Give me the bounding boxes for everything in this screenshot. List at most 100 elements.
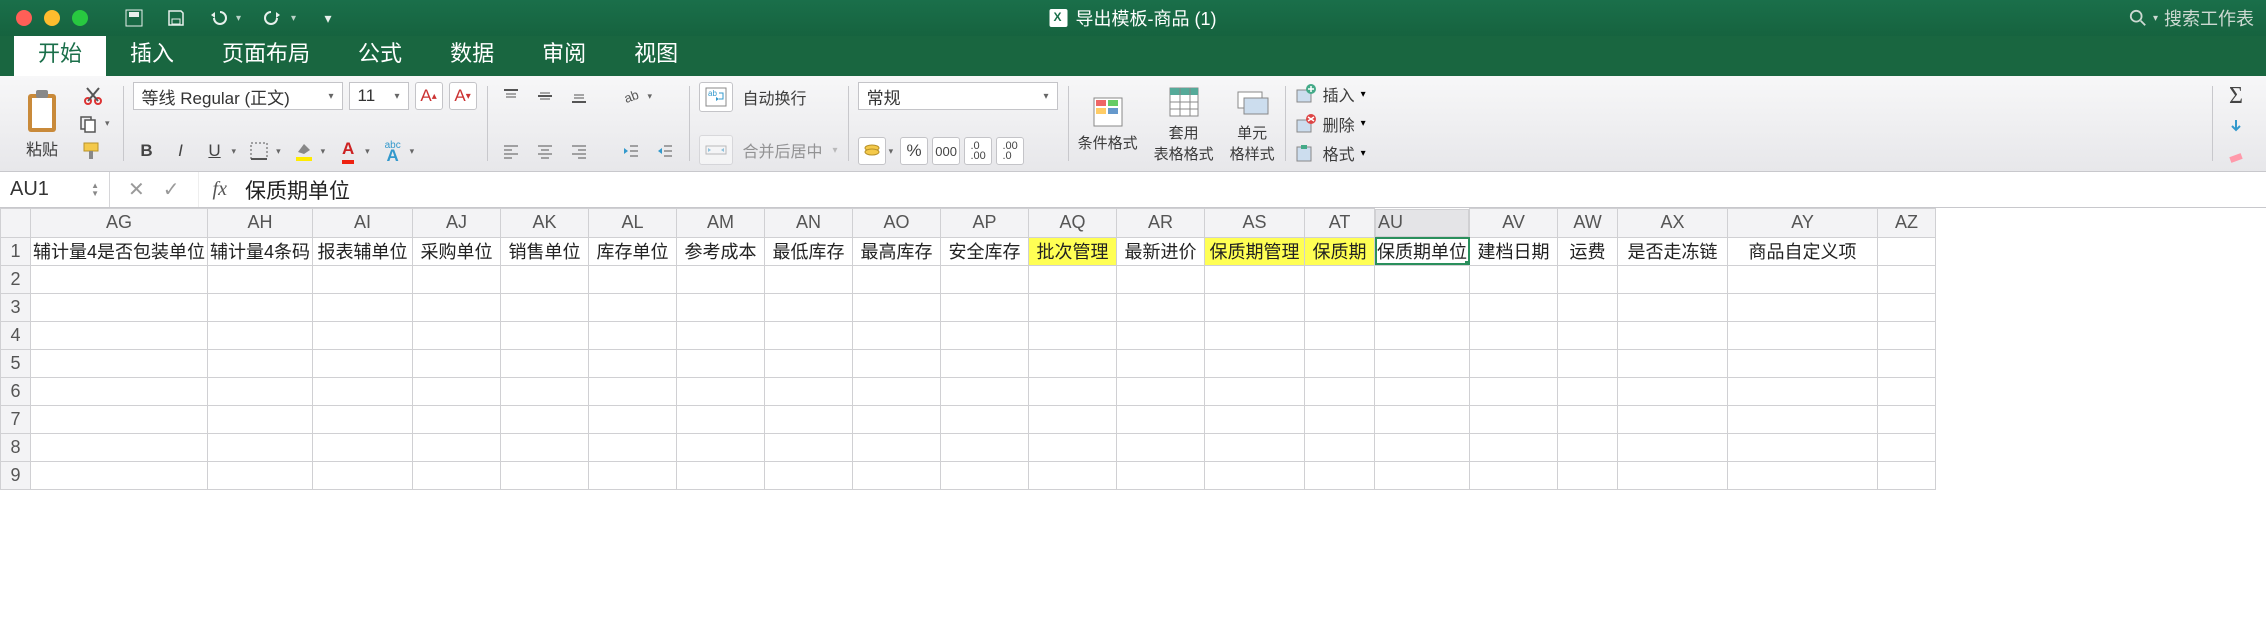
align-middle-button[interactable] [531, 82, 559, 110]
cell[interactable] [1375, 433, 1470, 461]
column-header[interactable]: AT [1305, 209, 1375, 238]
cell[interactable] [1305, 461, 1375, 489]
cell[interactable] [1205, 265, 1305, 293]
tab-insert[interactable]: 插入 [106, 30, 198, 76]
cell[interactable] [1618, 321, 1728, 349]
borders-dropdown[interactable]: ▾ [273, 146, 284, 157]
cell[interactable] [1558, 265, 1618, 293]
cell[interactable] [1878, 349, 1936, 377]
cell[interactable] [1029, 405, 1117, 433]
cell[interactable] [1728, 265, 1878, 293]
cell[interactable] [1375, 265, 1470, 293]
cell[interactable]: 参考成本 [677, 237, 765, 265]
cell[interactable]: 保质期 [1305, 237, 1375, 265]
row-header[interactable]: 2 [1, 265, 31, 293]
cell[interactable]: 建档日期 [1470, 237, 1558, 265]
customize-qat-icon[interactable]: ▾ [318, 8, 338, 28]
wrap-text-button[interactable]: ab [699, 82, 733, 112]
cell[interactable] [853, 293, 941, 321]
format-as-table-button[interactable]: 套用 表格格式 [1154, 84, 1214, 164]
cell[interactable] [1470, 321, 1558, 349]
align-left-button[interactable] [497, 137, 525, 165]
cell[interactable] [208, 293, 313, 321]
autosum-button[interactable]: Σ [2222, 82, 2250, 110]
cell[interactable] [853, 433, 941, 461]
cell[interactable] [1029, 433, 1117, 461]
cell[interactable] [1375, 293, 1470, 321]
minimize-window-button[interactable] [44, 10, 60, 26]
cell[interactable]: 销售单位 [501, 237, 589, 265]
cell[interactable] [1470, 433, 1558, 461]
cell[interactable] [1470, 461, 1558, 489]
cell[interactable] [1305, 433, 1375, 461]
align-right-button[interactable] [565, 137, 593, 165]
search-box[interactable]: ▾ 搜索工作表 [2129, 5, 2254, 31]
cell[interactable] [1117, 321, 1205, 349]
column-header[interactable]: AV [1470, 209, 1558, 238]
cut-button[interactable] [74, 82, 113, 110]
cell[interactable] [853, 377, 941, 405]
redo-dropdown[interactable]: ▾ [291, 13, 296, 24]
cell[interactable] [765, 433, 853, 461]
cell[interactable] [1728, 433, 1878, 461]
conditional-format-button[interactable]: 条件格式 [1078, 94, 1138, 153]
cell[interactable] [765, 377, 853, 405]
cell[interactable]: 批次管理 [1029, 237, 1117, 265]
cell[interactable] [1558, 405, 1618, 433]
column-header[interactable]: AU [1375, 209, 1469, 237]
cell-styles-button[interactable]: 单元 格样式 [1230, 84, 1275, 164]
cell[interactable]: 辅计量4是否包装单位 [31, 237, 208, 265]
cell[interactable]: 最低库存 [765, 237, 853, 265]
cell[interactable] [413, 461, 501, 489]
cell[interactable] [677, 265, 765, 293]
cell[interactable] [208, 433, 313, 461]
align-top-button[interactable] [497, 82, 525, 110]
cell[interactable] [589, 293, 677, 321]
column-header[interactable]: AO [853, 209, 941, 238]
cell[interactable] [1117, 349, 1205, 377]
tab-home[interactable]: 开始 [14, 30, 106, 76]
tab-formulas[interactable]: 公式 [334, 30, 426, 76]
insert-dropdown[interactable]: ▾ [1361, 89, 1366, 100]
copy-button[interactable] [74, 110, 102, 138]
cell[interactable] [941, 405, 1029, 433]
cell[interactable] [1728, 377, 1878, 405]
cell[interactable] [501, 405, 589, 433]
column-header[interactable]: AI [313, 209, 413, 238]
cell[interactable] [1728, 405, 1878, 433]
cell[interactable] [1029, 321, 1117, 349]
cell[interactable] [1029, 377, 1117, 405]
orientation-dropdown[interactable]: ▾ [645, 91, 656, 102]
cell[interactable] [1878, 433, 1936, 461]
column-header[interactable]: AQ [1029, 209, 1117, 238]
cell[interactable] [1878, 461, 1936, 489]
cell[interactable] [1558, 293, 1618, 321]
autosave-icon[interactable] [124, 8, 144, 28]
cell[interactable] [765, 405, 853, 433]
cell[interactable] [765, 265, 853, 293]
fx-icon[interactable]: fx [199, 178, 241, 201]
close-window-button[interactable] [16, 10, 32, 26]
decrease-decimal-button[interactable]: .00.0 [996, 137, 1024, 165]
cell[interactable]: 最新进价 [1117, 237, 1205, 265]
merge-dropdown[interactable]: ▾ [833, 145, 838, 156]
cell[interactable] [1558, 321, 1618, 349]
cell[interactable]: 采购单位 [413, 237, 501, 265]
cell[interactable] [941, 377, 1029, 405]
cell[interactable] [853, 321, 941, 349]
cell[interactable] [1878, 321, 1936, 349]
cell[interactable] [589, 377, 677, 405]
cell[interactable] [413, 321, 501, 349]
cell[interactable] [501, 293, 589, 321]
cell[interactable] [1728, 321, 1878, 349]
cell[interactable] [31, 377, 208, 405]
cell[interactable] [589, 461, 677, 489]
cell[interactable] [208, 349, 313, 377]
cell[interactable] [31, 433, 208, 461]
cell[interactable] [1305, 377, 1375, 405]
column-header[interactable]: AP [941, 209, 1029, 238]
column-header[interactable]: AS [1205, 209, 1305, 238]
cell[interactable] [677, 461, 765, 489]
increase-decimal-button[interactable]: .0.00 [964, 137, 992, 165]
column-header[interactable]: AH [208, 209, 313, 238]
